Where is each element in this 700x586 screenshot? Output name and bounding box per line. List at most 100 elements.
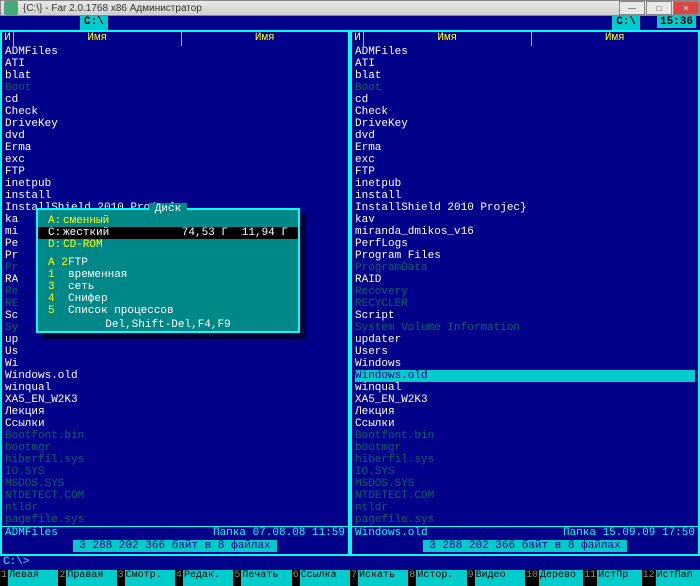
file-item[interactable]: DriveKey — [355, 118, 695, 130]
file-item[interactable]: winqual — [355, 382, 695, 394]
file-item[interactable]: Boot — [5, 82, 345, 94]
file-item[interactable]: miranda_dmikos_v16 — [355, 226, 695, 238]
file-item[interactable]: hiberfil.sys — [355, 454, 695, 466]
fkey-6[interactable]: 6Ссылка — [292, 570, 350, 586]
file-item[interactable]: install — [5, 190, 345, 202]
fkey-11[interactable]: 11ИстПр — [583, 570, 641, 586]
maximize-button[interactable]: □ — [646, 1, 672, 15]
file-item[interactable]: Ссылки — [355, 418, 695, 430]
right-panel[interactable]: И Имя Имя ADMFilesATIblatBootcdCheckDriv… — [350, 30, 700, 556]
file-item[interactable]: IO.SYS — [355, 466, 695, 478]
file-item[interactable]: Erma — [355, 142, 695, 154]
history-row[interactable]: 1временная — [38, 269, 298, 281]
minimize-button[interactable]: — — [619, 1, 645, 15]
col-name-2[interactable]: Имя — [532, 32, 699, 46]
drive-select-dialog[interactable]: Диск A:сменныйC:жесткий74,53 Г11,94 ГD:C… — [36, 208, 300, 333]
file-item[interactable]: Windows.old — [355, 370, 695, 382]
fkey-10[interactable]: 10Дерево — [525, 570, 583, 586]
col-name[interactable]: Имя — [14, 32, 182, 46]
file-item[interactable]: dvd — [5, 130, 345, 142]
file-item[interactable]: inetpub — [5, 178, 345, 190]
file-item[interactable]: Erma — [5, 142, 345, 154]
file-item[interactable]: IO.SYS — [5, 466, 345, 478]
fkey-12[interactable]: 12ИстПап — [642, 570, 700, 586]
file-item[interactable]: pagefile.sys — [355, 514, 695, 526]
history-row[interactable]: 3сеть — [38, 281, 298, 293]
fkey-1[interactable]: 1Левая — [0, 570, 58, 586]
file-item[interactable]: Recovery — [355, 286, 695, 298]
file-item[interactable]: blat — [5, 70, 345, 82]
file-item[interactable]: ADMFiles — [5, 46, 345, 58]
file-item[interactable]: dvd — [355, 130, 695, 142]
file-item[interactable]: Windows.old — [5, 370, 345, 382]
history-row[interactable]: 5Список процессов — [38, 305, 298, 317]
fkey-5[interactable]: 5Печать — [233, 570, 291, 586]
file-item[interactable]: ProgramData — [355, 262, 695, 274]
file-item[interactable]: MSDOS.SYS — [5, 478, 345, 490]
file-item[interactable]: Лекция — [355, 406, 695, 418]
file-item[interactable]: RAID — [355, 274, 695, 286]
file-item[interactable]: ADMFiles — [355, 46, 695, 58]
file-item[interactable]: Users — [355, 346, 695, 358]
drive-row[interactable]: C:жесткий74,53 Г11,94 Г — [38, 227, 298, 239]
file-item[interactable]: ATI — [5, 58, 345, 70]
file-item[interactable]: FTP — [5, 166, 345, 178]
file-item[interactable]: pagefile.sys — [5, 514, 345, 526]
col-name-2[interactable]: Имя — [182, 32, 349, 46]
file-item[interactable]: Ссылки — [5, 418, 345, 430]
file-item[interactable]: NTDETECT.COM — [5, 490, 345, 502]
file-item[interactable]: NTDETECT.COM — [355, 490, 695, 502]
file-item[interactable]: cd — [355, 94, 695, 106]
file-item[interactable]: Bootfont.bin — [5, 430, 345, 442]
file-item[interactable]: Boot — [355, 82, 695, 94]
file-item[interactable]: install — [355, 190, 695, 202]
file-item[interactable]: Bootfont.bin — [355, 430, 695, 442]
file-item[interactable]: System Volume Information — [355, 322, 695, 334]
file-item[interactable]: XA5_EN_W2K3 — [5, 394, 345, 406]
file-item[interactable]: MSDOS.SYS — [355, 478, 695, 490]
file-item[interactable]: Wi — [5, 358, 345, 370]
file-item[interactable]: inetpub — [355, 178, 695, 190]
file-item[interactable]: XA5_EN_W2K3 — [355, 394, 695, 406]
fkey-3[interactable]: 3Смотр. — [117, 570, 175, 586]
command-line[interactable]: C:\> — [0, 556, 700, 570]
file-item[interactable]: FTP — [355, 166, 695, 178]
file-item[interactable]: Лекция — [5, 406, 345, 418]
fkey-7[interactable]: 7Искать — [350, 570, 408, 586]
right-panel-path[interactable]: C:\ — [612, 16, 640, 30]
file-item[interactable]: PerfLogs — [355, 238, 695, 250]
close-button[interactable]: ✕ — [673, 1, 699, 15]
history-row[interactable]: A 2FTP — [38, 257, 298, 269]
left-panel-path[interactable]: C:\ — [80, 16, 108, 30]
col-name[interactable]: Имя — [364, 32, 532, 46]
file-item[interactable]: up — [5, 334, 345, 346]
file-item[interactable]: bootmgr — [5, 442, 345, 454]
file-item[interactable]: ntldr — [355, 502, 695, 514]
drive-row[interactable]: A:сменный — [38, 215, 298, 227]
file-item[interactable]: ATI — [355, 58, 695, 70]
file-item[interactable]: bootmgr — [355, 442, 695, 454]
right-file-list[interactable]: ADMFilesATIblatBootcdCheckDriveKeydvdErm… — [352, 46, 698, 526]
file-item[interactable]: Check — [5, 106, 345, 118]
file-item[interactable]: Windows — [355, 358, 695, 370]
drive-row[interactable]: D:CD-ROM — [38, 239, 298, 251]
file-item[interactable]: DriveKey — [5, 118, 345, 130]
file-item[interactable]: kav — [355, 214, 695, 226]
file-item[interactable]: exc — [355, 154, 695, 166]
file-item[interactable]: Us — [5, 346, 345, 358]
file-item[interactable]: hiberfil.sys — [5, 454, 345, 466]
file-item[interactable]: exc — [5, 154, 345, 166]
file-item[interactable]: Check — [355, 106, 695, 118]
file-item[interactable]: winqual — [5, 382, 345, 394]
file-item[interactable]: RECYCLER — [355, 298, 695, 310]
fkey-9[interactable]: 9Видео — [467, 570, 525, 586]
file-item[interactable]: updater — [355, 334, 695, 346]
file-item[interactable]: Script — [355, 310, 695, 322]
window-titlebar[interactable]: {C:\} - Far 2.0.1768 x86 Администратор —… — [0, 0, 700, 16]
fkey-8[interactable]: 8Истор. — [408, 570, 466, 586]
file-item[interactable]: InstallShield 2010 Projec} — [355, 202, 695, 214]
history-row[interactable]: 4Снифер — [38, 293, 298, 305]
fkey-4[interactable]: 4Редак. — [175, 570, 233, 586]
file-item[interactable]: ntldr — [5, 502, 345, 514]
fkey-2[interactable]: 2Правая — [58, 570, 116, 586]
